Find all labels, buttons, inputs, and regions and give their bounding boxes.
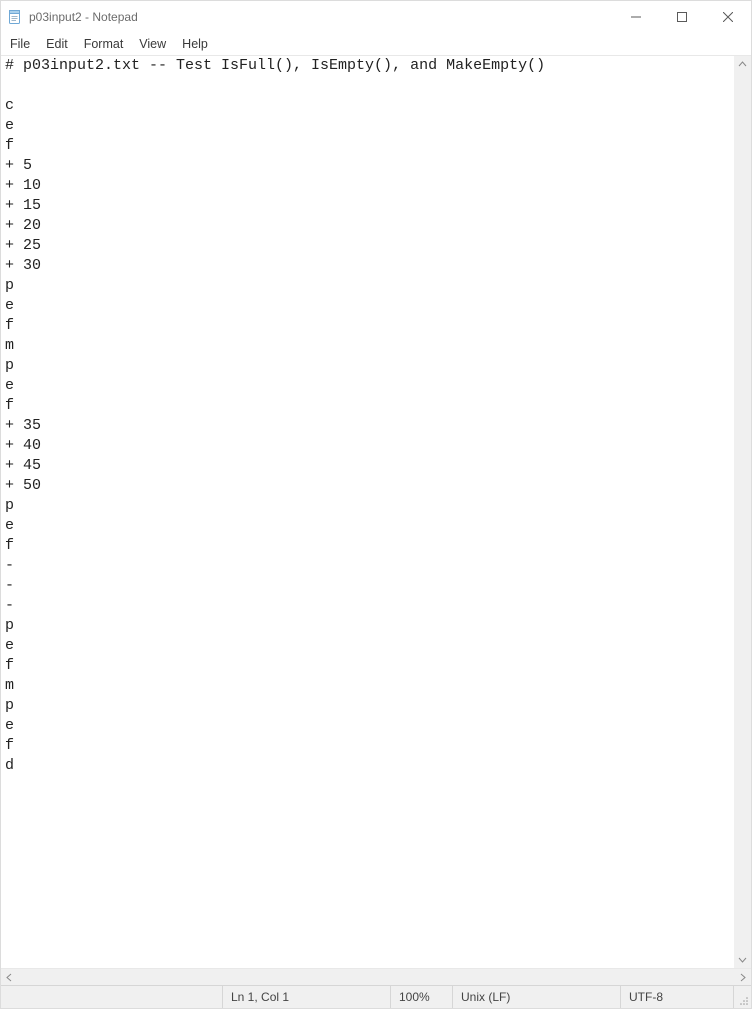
status-encoding: UTF-8 — [620, 986, 733, 1008]
notepad-window: p03input2 - Notepad File Edit Format Vie… — [0, 0, 752, 1009]
close-button[interactable] — [705, 1, 751, 33]
vertical-scrollbar[interactable] — [734, 56, 751, 968]
menu-file[interactable]: File — [3, 35, 37, 53]
menubar: File Edit Format View Help — [1, 33, 751, 55]
window-title: p03input2 - Notepad — [29, 10, 138, 24]
scroll-down-icon[interactable] — [736, 953, 749, 966]
scroll-up-icon[interactable] — [736, 58, 749, 71]
minimize-icon — [631, 12, 641, 22]
scroll-right-icon[interactable] — [736, 971, 749, 984]
text-editor[interactable]: # p03input2.txt -- Test IsFull(), IsEmpt… — [1, 56, 734, 968]
minimize-button[interactable] — [613, 1, 659, 33]
status-empty — [1, 986, 222, 1008]
menu-edit[interactable]: Edit — [39, 35, 75, 53]
scroll-left-icon[interactable] — [3, 971, 16, 984]
menu-format[interactable]: Format — [77, 35, 131, 53]
menu-help[interactable]: Help — [175, 35, 215, 53]
status-position: Ln 1, Col 1 — [222, 986, 390, 1008]
close-icon — [723, 12, 733, 22]
titlebar: p03input2 - Notepad — [1, 1, 751, 33]
maximize-icon — [677, 12, 687, 22]
horizontal-scrollbar[interactable] — [1, 968, 751, 985]
resize-grip-icon — [737, 994, 749, 1006]
maximize-button[interactable] — [659, 1, 705, 33]
editor-area: # p03input2.txt -- Test IsFull(), IsEmpt… — [1, 55, 751, 968]
status-line-ending: Unix (LF) — [452, 986, 620, 1008]
resize-grip[interactable] — [733, 986, 751, 1008]
status-zoom: 100% — [390, 986, 452, 1008]
statusbar: Ln 1, Col 1 100% Unix (LF) UTF-8 — [1, 985, 751, 1008]
notepad-app-icon — [7, 9, 23, 25]
menu-view[interactable]: View — [132, 35, 173, 53]
